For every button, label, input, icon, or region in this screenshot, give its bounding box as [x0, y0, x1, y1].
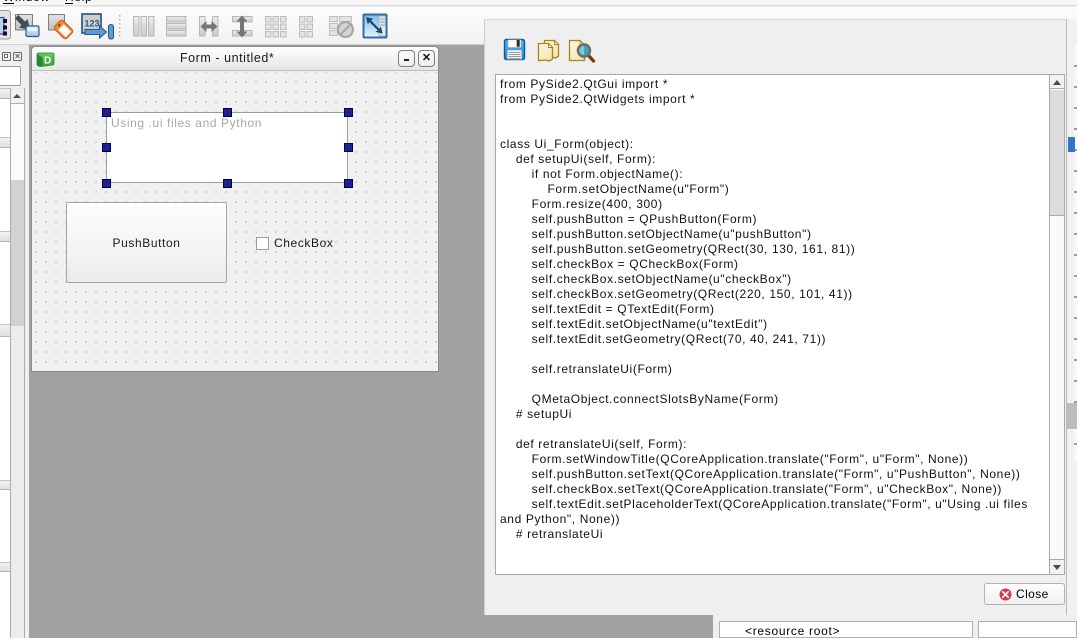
svg-text:D: D: [44, 56, 51, 67]
svg-text:123: 123: [85, 19, 100, 29]
